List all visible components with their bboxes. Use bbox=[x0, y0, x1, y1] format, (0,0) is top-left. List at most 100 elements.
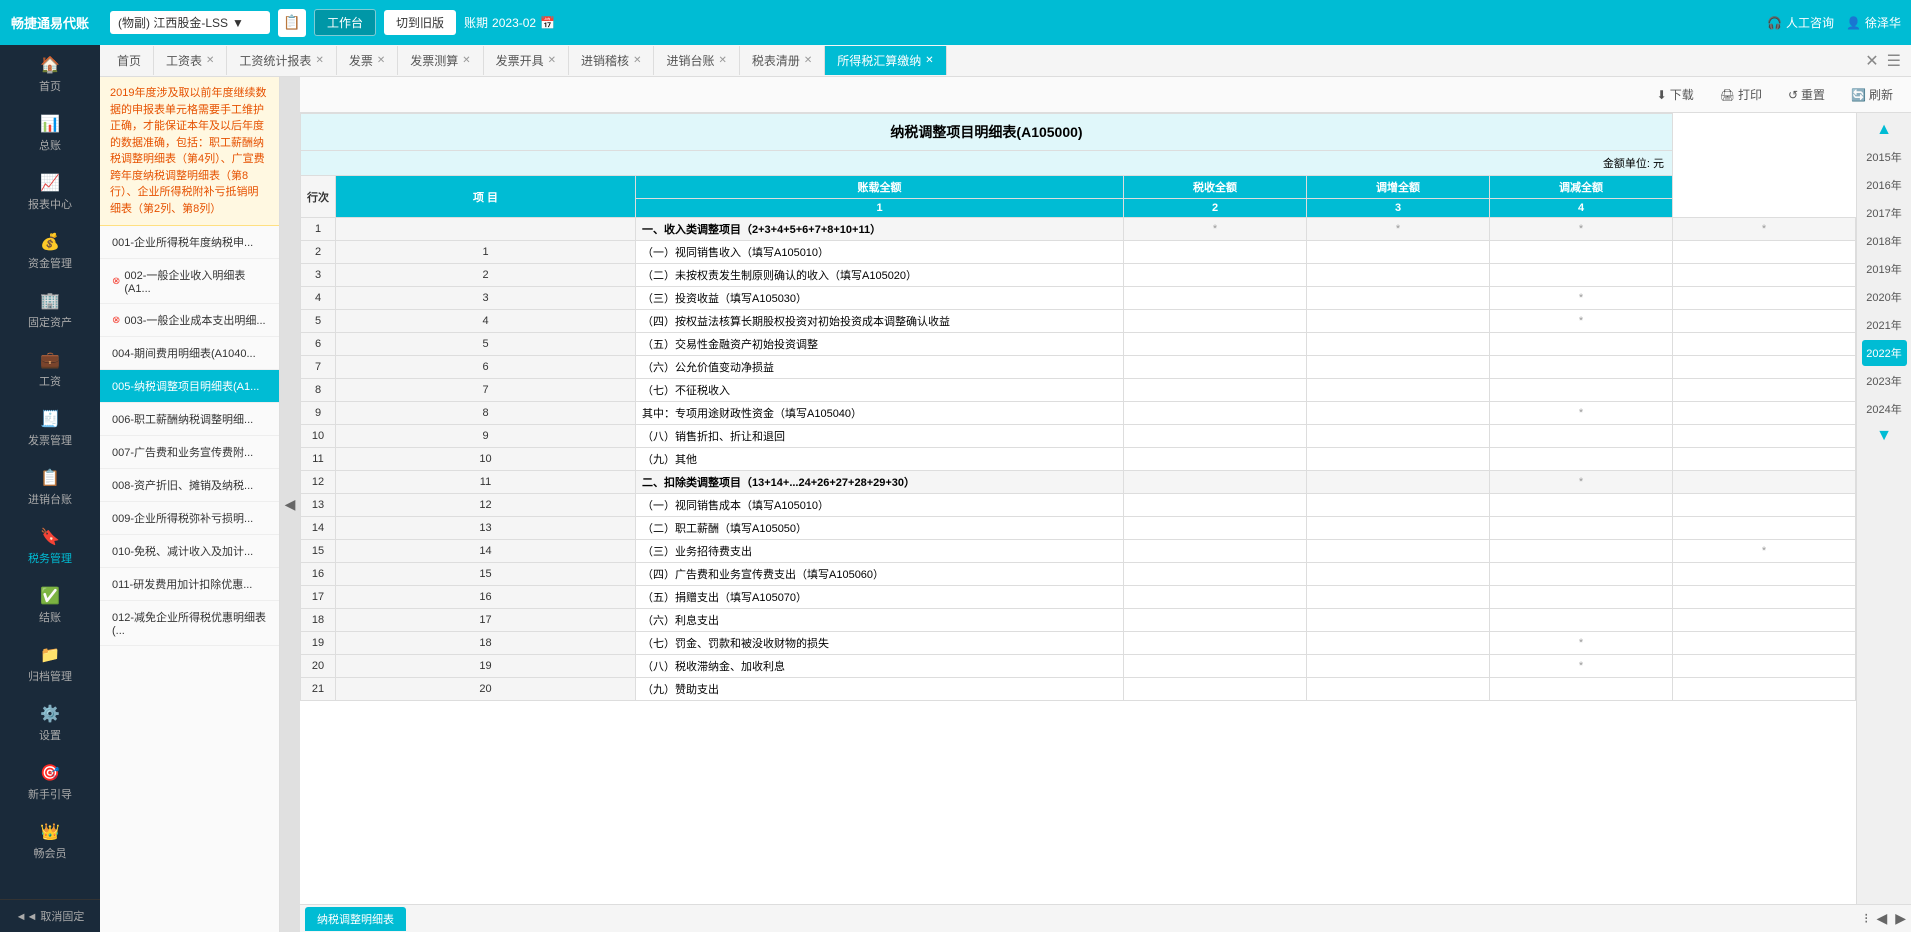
close-icon[interactable]: ✕ bbox=[633, 55, 641, 66]
collapse-panel-button[interactable]: ◀ bbox=[280, 77, 300, 932]
sidebar-item-settings[interactable]: ⚙️ 设置 bbox=[0, 694, 100, 753]
table-cell-c4[interactable]: * bbox=[1673, 540, 1856, 563]
table-cell-c4[interactable] bbox=[1673, 241, 1856, 264]
table-cell-c1[interactable] bbox=[1124, 586, 1307, 609]
sidebar-item-invoice[interactable]: 🧾 发票管理 bbox=[0, 399, 100, 458]
table-cell-c3[interactable]: * bbox=[1490, 310, 1673, 333]
reset-button[interactable]: ↺ 重置 bbox=[1780, 83, 1833, 106]
table-cell-c4[interactable] bbox=[1673, 333, 1856, 356]
table-cell-c4[interactable] bbox=[1673, 632, 1856, 655]
table-cell-c1[interactable] bbox=[1124, 563, 1307, 586]
scroll-left-icon[interactable]: ⁝ bbox=[1864, 910, 1868, 927]
unpin-button[interactable]: ◄◄ 取消固定 bbox=[0, 900, 100, 932]
tab-inout-check[interactable]: 进销稽核 ✕ bbox=[569, 46, 654, 75]
table-cell-c3[interactable] bbox=[1490, 609, 1673, 632]
table-cell-c1[interactable] bbox=[1124, 609, 1307, 632]
table-cell-c4[interactable] bbox=[1673, 563, 1856, 586]
table-cell-c1[interactable] bbox=[1124, 494, 1307, 517]
table-cell-c2[interactable] bbox=[1307, 494, 1490, 517]
table-cell-c3[interactable] bbox=[1490, 586, 1673, 609]
print-button[interactable]: 🖨 打印 bbox=[1712, 83, 1770, 106]
calendar-icon[interactable]: 📅 bbox=[540, 16, 555, 30]
spreadsheet-area[interactable]: 纳税调整项目明细表(A105000) 金额单位: 元 行次 项 目 账载全额 税… bbox=[300, 113, 1856, 904]
table-cell-c1[interactable] bbox=[1124, 471, 1307, 494]
table-cell-c3[interactable] bbox=[1490, 517, 1673, 540]
sheet-tab-main[interactable]: 纳税调整明细表 bbox=[305, 907, 406, 931]
year-2017[interactable]: 2017年 bbox=[1862, 200, 1907, 226]
table-cell-c1[interactable] bbox=[1124, 287, 1307, 310]
table-cell-c1[interactable] bbox=[1124, 448, 1307, 471]
table-cell-c3[interactable]: * bbox=[1490, 655, 1673, 678]
sidebar-item-home[interactable]: 🏠 首页 bbox=[0, 45, 100, 104]
form-list-item-004[interactable]: 004-期间费用明细表(A1040... bbox=[100, 337, 279, 370]
table-cell-c1[interactable] bbox=[1124, 540, 1307, 563]
tab-home[interactable]: 首页 bbox=[105, 46, 154, 75]
company-icon-btn[interactable]: 📋 bbox=[278, 9, 306, 37]
table-cell-c1[interactable] bbox=[1124, 655, 1307, 678]
tab-invoice[interactable]: 发票 ✕ bbox=[337, 46, 398, 75]
form-list-item-010[interactable]: 010-免税、减计收入及加计... bbox=[100, 535, 279, 568]
table-cell-c1[interactable] bbox=[1124, 517, 1307, 540]
table-cell-c1[interactable] bbox=[1124, 678, 1307, 701]
close-icon[interactable]: ✕ bbox=[804, 55, 812, 66]
tab-tax-list[interactable]: 税表清册 ✕ bbox=[740, 46, 825, 75]
table-cell-c3[interactable]: * bbox=[1490, 471, 1673, 494]
year-2019[interactable]: 2019年 bbox=[1862, 256, 1907, 282]
consult-button[interactable]: 🎧 人工咨询 bbox=[1767, 14, 1834, 31]
table-cell-c3[interactable] bbox=[1490, 379, 1673, 402]
close-icon[interactable]: ✕ bbox=[315, 55, 323, 66]
form-list-item-008[interactable]: 008-资产折旧、摊销及纳税... bbox=[100, 469, 279, 502]
table-cell-c2[interactable] bbox=[1307, 678, 1490, 701]
scroll-right2-icon[interactable]: ▶ bbox=[1895, 910, 1906, 927]
table-cell-c3[interactable] bbox=[1490, 494, 1673, 517]
sidebar-item-ledger[interactable]: 📊 总账 bbox=[0, 104, 100, 163]
table-cell-c2[interactable] bbox=[1307, 655, 1490, 678]
year-2018[interactable]: 2018年 bbox=[1862, 228, 1907, 254]
table-cell-c1[interactable] bbox=[1124, 310, 1307, 333]
sidebar-item-guide[interactable]: 🎯 新手引导 bbox=[0, 753, 100, 812]
table-cell-c3[interactable] bbox=[1490, 241, 1673, 264]
year-2024[interactable]: 2024年 bbox=[1862, 396, 1907, 422]
year-2020[interactable]: 2020年 bbox=[1862, 284, 1907, 310]
form-list-item-009[interactable]: 009-企业所得税弥补亏损明... bbox=[100, 502, 279, 535]
refresh-button[interactable]: 🔄 刷新 bbox=[1843, 83, 1901, 106]
table-cell-c2[interactable] bbox=[1307, 333, 1490, 356]
table-cell-c1[interactable] bbox=[1124, 356, 1307, 379]
table-cell-c4[interactable] bbox=[1673, 655, 1856, 678]
sidebar-item-reports[interactable]: 📈 报表中心 bbox=[0, 163, 100, 222]
table-cell-c1[interactable] bbox=[1124, 241, 1307, 264]
table-cell-c4[interactable] bbox=[1673, 356, 1856, 379]
table-cell-c1[interactable] bbox=[1124, 425, 1307, 448]
close-icon[interactable]: ✕ bbox=[925, 55, 933, 66]
form-list-item-003[interactable]: ⊗ 003-一般企业成本支出明细... bbox=[100, 304, 279, 337]
table-cell-c2[interactable] bbox=[1307, 356, 1490, 379]
table-cell-c3[interactable] bbox=[1490, 563, 1673, 586]
tab-invoice-open[interactable]: 发票开具 ✕ bbox=[484, 46, 569, 75]
sidebar-item-member[interactable]: 👑 畅会员 bbox=[0, 812, 100, 871]
table-cell-c4[interactable] bbox=[1673, 448, 1856, 471]
table-cell-c2[interactable] bbox=[1307, 609, 1490, 632]
table-cell-c2[interactable] bbox=[1307, 425, 1490, 448]
table-cell-c3[interactable] bbox=[1490, 425, 1673, 448]
form-list-item-012[interactable]: 012-减免企业所得税优惠明细表(... bbox=[100, 601, 279, 646]
table-cell-c2[interactable] bbox=[1307, 632, 1490, 655]
sidebar-item-archive[interactable]: 📁 归档管理 bbox=[0, 635, 100, 694]
table-cell-c4[interactable] bbox=[1673, 402, 1856, 425]
scroll-right-icon[interactable]: ◀ bbox=[1876, 910, 1887, 927]
sidebar-item-tax[interactable]: 🔖 税务管理 bbox=[0, 517, 100, 576]
table-cell-c3[interactable]: * bbox=[1490, 632, 1673, 655]
user-menu[interactable]: 👤 徐泽华 bbox=[1846, 14, 1901, 31]
form-list-item-002[interactable]: ⊗ 002-一般企业收入明细表(A1... bbox=[100, 259, 279, 304]
table-cell-c2[interactable] bbox=[1307, 517, 1490, 540]
table-cell-c4[interactable] bbox=[1673, 471, 1856, 494]
table-cell-c4[interactable]: * bbox=[1673, 218, 1856, 241]
sidebar-item-finance[interactable]: 💰 资金管理 bbox=[0, 222, 100, 281]
table-cell-c4[interactable] bbox=[1673, 517, 1856, 540]
year-2023[interactable]: 2023年 bbox=[1862, 368, 1907, 394]
company-selector[interactable]: (物副) 江西股金-LSS ▼ bbox=[110, 11, 270, 34]
table-cell-c3[interactable]: * bbox=[1490, 402, 1673, 425]
year-2015[interactable]: 2015年 bbox=[1862, 144, 1907, 170]
table-cell-c1[interactable]: * bbox=[1124, 218, 1307, 241]
table-cell-c4[interactable] bbox=[1673, 609, 1856, 632]
year-down-button[interactable]: ▼ bbox=[1873, 424, 1895, 448]
